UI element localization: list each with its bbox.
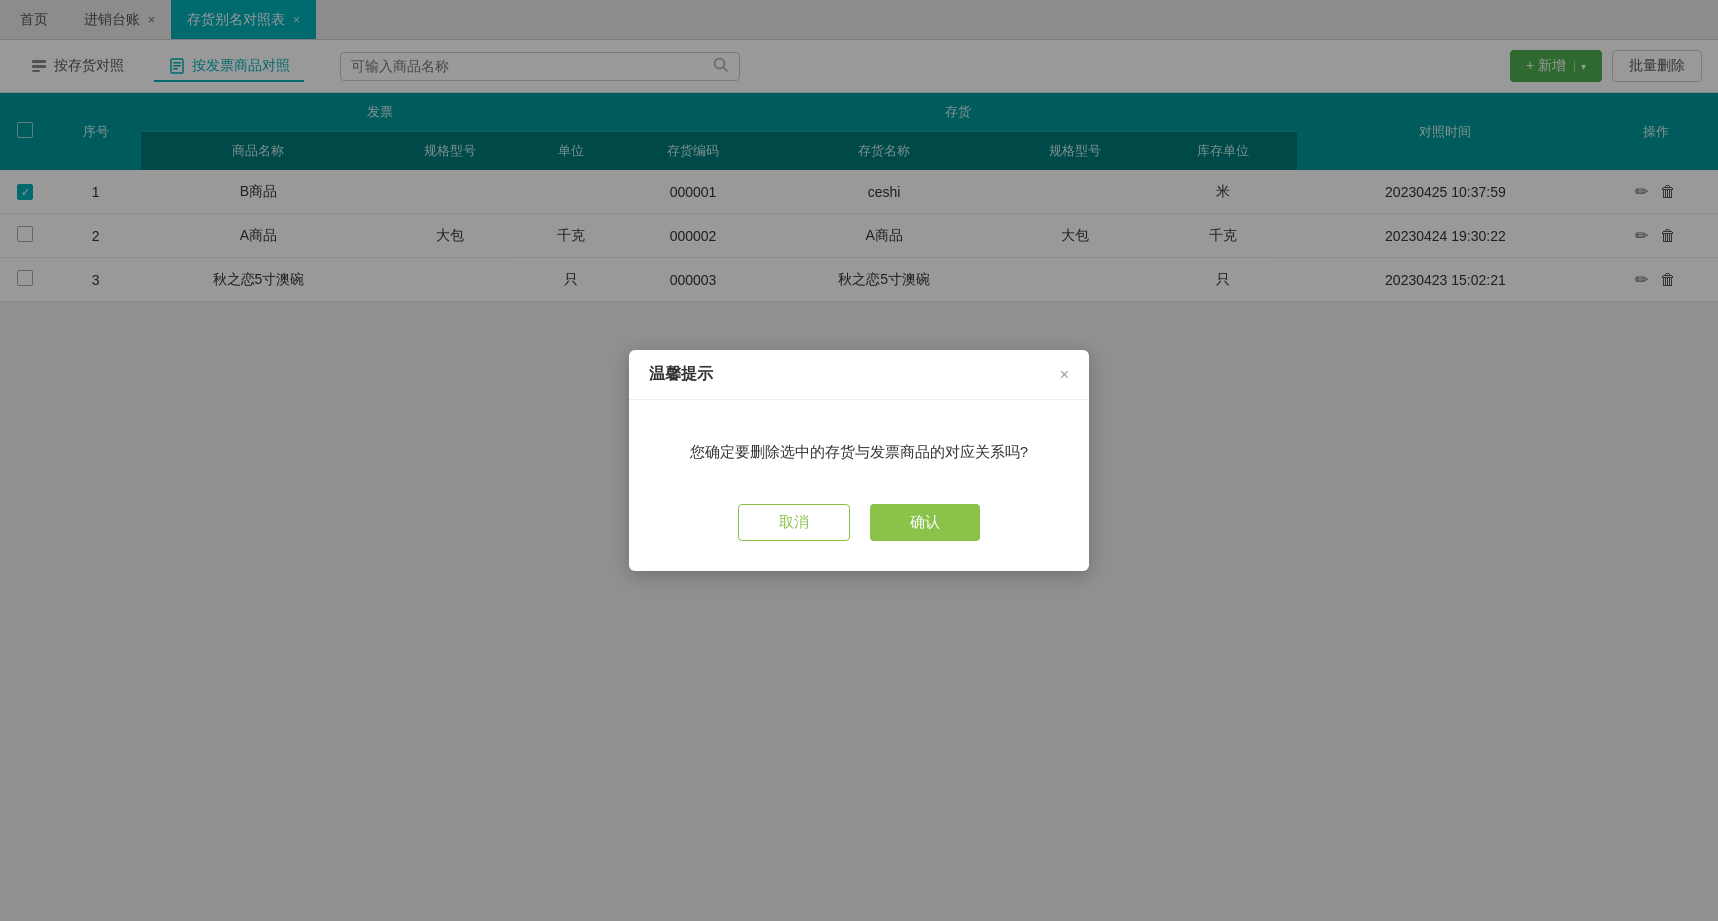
- dialog-overlay: 温馨提示 × 您确定要删除选中的存货与发票商品的对应关系吗? 取消 确认: [0, 0, 1718, 302]
